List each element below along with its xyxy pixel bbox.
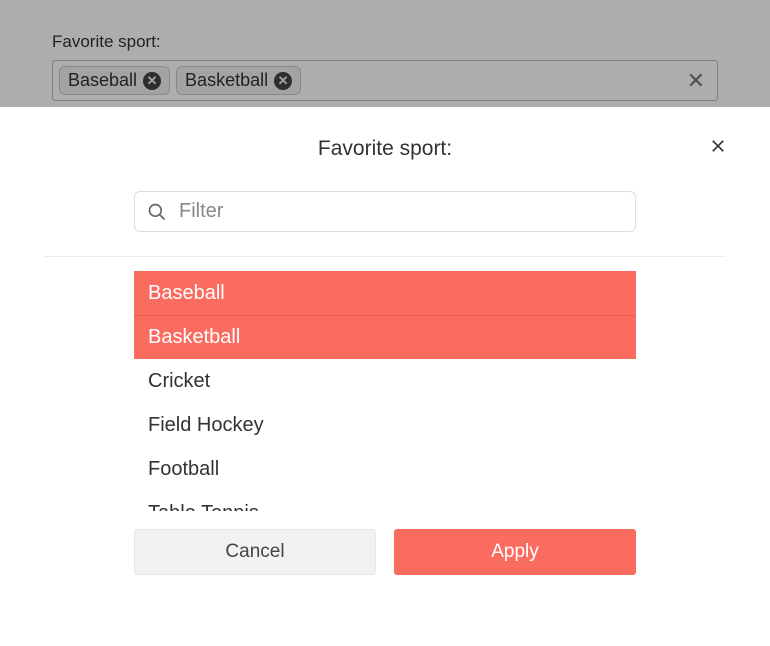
list-item-label: Basketball <box>148 326 240 348</box>
list-item[interactable]: Table Tennis <box>134 491 636 511</box>
list-item[interactable]: Cricket <box>134 359 636 403</box>
filter-input[interactable] <box>179 200 623 223</box>
chip[interactable]: Baseball ✕ <box>59 66 170 95</box>
chip-label: Basketball <box>185 70 268 91</box>
list-item-label: Baseball <box>148 282 225 304</box>
field-label: Favorite sport: <box>52 32 718 52</box>
chip[interactable]: Basketball ✕ <box>176 66 301 95</box>
list-item-label: Field Hockey <box>148 414 264 436</box>
selection-modal: Favorite sport: Baseball Basketball Cric… <box>0 107 770 615</box>
list-item-label: Table Tennis <box>148 502 259 511</box>
page-backdrop: Favorite sport: Baseball ✕ Basketball ✕ … <box>0 0 770 107</box>
list-item[interactable]: Basketball <box>134 315 636 359</box>
close-icon[interactable]: ✕ <box>274 72 292 90</box>
chip-field[interactable]: Baseball ✕ Basketball ✕ ✕ <box>52 60 718 101</box>
list-item[interactable]: Field Hockey <box>134 403 636 447</box>
close-icon[interactable]: ✕ <box>143 72 161 90</box>
cancel-button[interactable]: Cancel <box>134 529 376 575</box>
divider <box>44 256 726 257</box>
options-list[interactable]: Baseball Basketball Cricket Field Hockey… <box>134 271 636 511</box>
close-icon[interactable] <box>708 136 728 162</box>
list-item[interactable]: Football <box>134 447 636 491</box>
clear-field-icon[interactable]: ✕ <box>681 68 711 94</box>
list-item[interactable]: Baseball <box>134 271 636 315</box>
modal-title: Favorite sport: <box>0 137 770 161</box>
chip-label: Baseball <box>68 70 137 91</box>
search-icon <box>147 202 167 222</box>
list-item-label: Cricket <box>148 370 210 392</box>
list-item-label: Football <box>148 458 219 480</box>
apply-button[interactable]: Apply <box>394 529 636 575</box>
filter-box[interactable] <box>134 191 636 232</box>
